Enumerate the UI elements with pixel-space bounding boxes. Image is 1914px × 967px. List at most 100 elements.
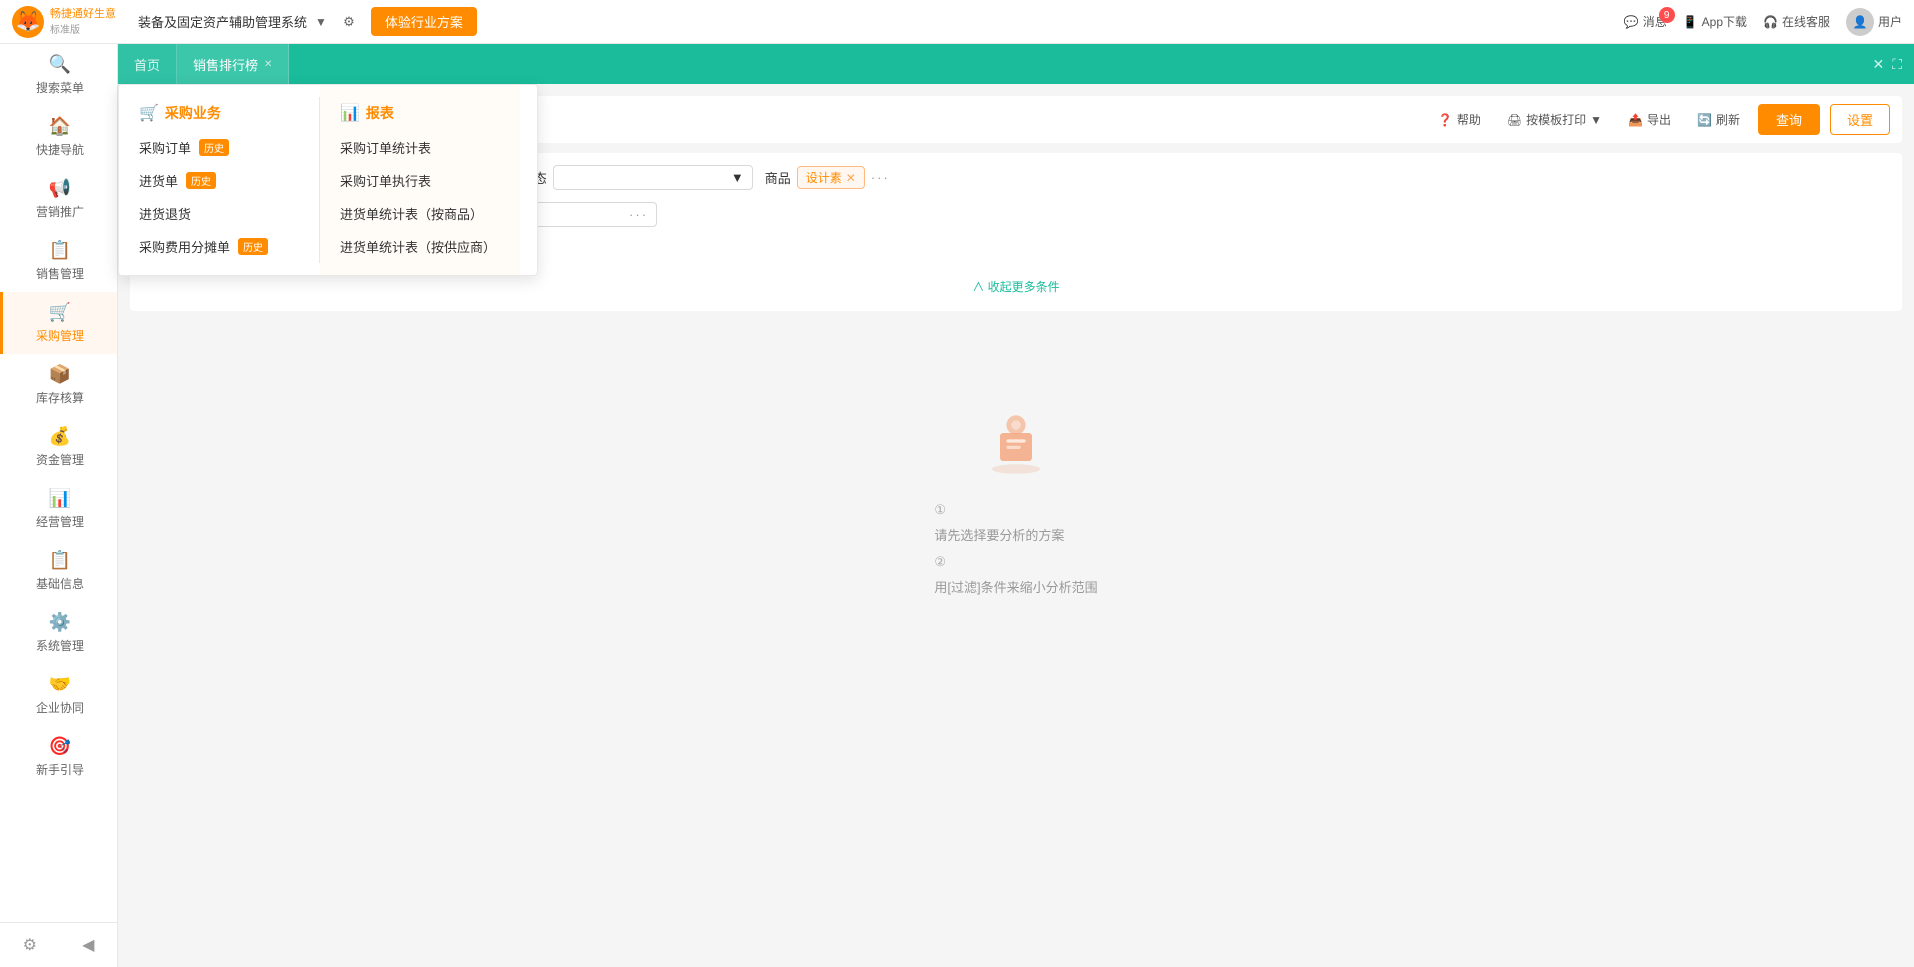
product-tag-close[interactable]: ✕	[846, 171, 856, 185]
system-dropdown-arrow[interactable]: ▼	[315, 15, 327, 29]
system-name: 装备及固定资产辅助管理系统	[138, 12, 307, 31]
sidebar-label-search: 搜索菜单	[36, 79, 84, 96]
purchase-dropdown-menu: 🛒 采购业务 采购订单 历史 进货单 历史 进货退货 采购费用分摊单 历史	[118, 84, 538, 276]
empty-tip-1: ① 请先选择要分析的方案	[934, 497, 1097, 549]
product-tag-label: 设计素	[806, 169, 842, 186]
refresh-label: 刷新	[1716, 111, 1740, 128]
collapse-arrow: ∧	[972, 280, 987, 294]
sidebar-label-sales: 销售管理	[36, 265, 84, 282]
inventory-icon: 📦	[49, 364, 71, 385]
header-right: 💬 消息 9 📱 App下载 🎧 在线客服 👤 用户	[1624, 8, 1902, 36]
sidebar-item-finance[interactable]: 💰 资金管理	[0, 416, 117, 478]
tab-close-btn[interactable]: ✕	[264, 59, 272, 70]
purchase-order-item[interactable]: 采购订单 历史	[119, 131, 319, 164]
query-btn[interactable]: 查询	[1758, 104, 1820, 135]
sidebar-label-quick-nav: 快捷导航	[36, 141, 84, 158]
empty-text-block: ① 请先选择要分析的方案 ② 用[过滤]条件来缩小分析范围	[934, 497, 1097, 601]
refresh-btn[interactable]: 🔄 刷新	[1689, 107, 1748, 132]
sidebar-item-basic-info[interactable]: 📋 基础信息	[0, 540, 117, 602]
incoming-goods-label: 进货单	[139, 171, 178, 190]
enterprise-icon: 🤝	[49, 674, 71, 695]
tab-sales-rank-label: 销售排行榜	[193, 55, 258, 74]
logo-text-block: 畅捷通好生意 标准版	[50, 7, 116, 36]
tab-close-window-btn[interactable]: ✕	[1872, 56, 1884, 73]
sidebar: 🔍 搜索菜单 🏠 快捷导航 📢 营销推广 📋 销售管理 🛒 采购管理 📦 库存核…	[0, 44, 118, 967]
tab-window-controls: ✕ ⛶	[1860, 44, 1914, 84]
sales-icon: 📋	[49, 240, 71, 261]
product-more-btn[interactable]: ···	[871, 170, 890, 185]
purchase-order-stats-item[interactable]: 采购订单统计表	[320, 131, 520, 164]
purchase-expense-item[interactable]: 采购费用分摊单 历史	[119, 230, 319, 263]
collapse-filters-btn[interactable]: ∧ 收起更多条件	[142, 274, 1890, 299]
sidebar-label-operations: 经营管理	[36, 513, 84, 530]
empty-tip-2: ② 用[过滤]条件来缩小分析范围	[934, 549, 1097, 601]
incoming-stats-product-label: 进货单统计表（按商品）	[340, 204, 483, 223]
salesperson-more-btn[interactable]: ···	[629, 207, 648, 222]
avatar-icon: 👤	[1853, 15, 1868, 29]
help-btn[interactable]: ❓ 帮助	[1430, 107, 1489, 132]
collapse-label: 收起更多条件	[988, 280, 1060, 294]
sidebar-label-enterprise: 企业协同	[36, 699, 84, 716]
sidebar-item-purchase[interactable]: 🛒 采购管理	[0, 292, 117, 354]
help-icon: ❓	[1438, 113, 1453, 127]
incoming-stats-supplier-label: 进货单统计表（按供应商）	[340, 237, 496, 256]
incoming-stats-supplier-item[interactable]: 进货单统计表（按供应商）	[320, 230, 520, 263]
sidebar-item-enterprise[interactable]: 🤝 企业协同	[0, 664, 117, 726]
user-btn[interactable]: 👤 用户	[1846, 8, 1902, 36]
sidebar-label-finance: 资金管理	[36, 451, 84, 468]
sidebar-item-marketing[interactable]: 📢 营销推广	[0, 168, 117, 230]
print-icon: 🖨	[1507, 113, 1522, 127]
tab-home[interactable]: 首页	[118, 44, 177, 84]
sidebar-label-inventory: 库存核算	[36, 389, 84, 406]
purchase-order-exec-item[interactable]: 采购订单执行表	[320, 164, 520, 197]
product-tag: 设计素 ✕	[797, 166, 865, 189]
help-label: 帮助	[1457, 111, 1481, 128]
logo-text: 畅捷通好生意	[50, 7, 116, 21]
tab-home-label: 首页	[134, 55, 160, 74]
tab-maximize-btn[interactable]: ⛶	[1892, 56, 1902, 73]
system-settings-btn[interactable]: ⚙	[335, 8, 363, 36]
print-dropdown-icon: ▼	[1590, 113, 1602, 127]
logo-sub: 标准版	[50, 21, 116, 36]
sidebar-item-guide[interactable]: 🎯 新手引导	[0, 726, 117, 788]
sidebar-item-sales[interactable]: 📋 销售管理	[0, 230, 117, 292]
sidebar-label-guide: 新手引导	[36, 761, 84, 778]
message-icon: 💬	[1624, 15, 1639, 29]
status-select[interactable]: ▼	[553, 165, 753, 190]
online-service-btn[interactable]: 🎧 在线客服	[1763, 13, 1830, 30]
return-goods-item[interactable]: 进货退货	[119, 197, 319, 230]
message-badge: 9	[1659, 7, 1675, 23]
purchase-order-exec-label: 采购订单执行表	[340, 171, 431, 190]
settings-btn[interactable]: 设置	[1830, 104, 1890, 135]
incoming-stats-product-item[interactable]: 进货单统计表（按商品）	[320, 197, 520, 230]
incoming-goods-item[interactable]: 进货单 历史	[119, 164, 319, 197]
purchase-dropdown-overlay: 🛒 采购业务 采购订单 历史 进货单 历史 进货退货 采购费用分摊单 历史	[118, 84, 538, 276]
sidebar-item-operations[interactable]: 📊 经营管理	[0, 478, 117, 540]
sidebar-item-inventory[interactable]: 📦 库存核算	[0, 354, 117, 416]
report-section-title: 📊 报表	[320, 97, 520, 131]
purchase-business-section: 🛒 采购业务 采购订单 历史 进货单 历史 进货退货 采购费用分摊单 历史	[119, 85, 319, 275]
status-dropdown-icon: ▼	[731, 170, 744, 185]
sidebar-item-quick-nav[interactable]: 🏠 快捷导航	[0, 106, 117, 168]
app-download-btn[interactable]: 📱 App下载	[1683, 13, 1747, 30]
sidebar-collapse-btn[interactable]: ◀	[74, 931, 102, 959]
industry-btn[interactable]: 体验行业方案	[371, 7, 477, 36]
print-btn[interactable]: 🖨 按模板打印 ▼	[1499, 107, 1610, 132]
tab-sales-rank[interactable]: 销售排行榜 ✕	[177, 44, 289, 84]
purchase-icon: 🛒	[49, 302, 71, 323]
purchase-section-title: 🛒 采购业务	[119, 97, 319, 131]
purchase-order-history: 历史	[199, 139, 229, 156]
app-download-label: App下载	[1702, 13, 1747, 30]
export-btn[interactable]: 📤 导出	[1620, 107, 1679, 132]
guide-icon: 🎯	[49, 736, 71, 757]
export-label: 导出	[1647, 111, 1671, 128]
sidebar-item-system[interactable]: ⚙️ 系统管理	[0, 602, 117, 664]
sidebar-item-search[interactable]: 🔍 搜索菜单	[0, 44, 117, 106]
system-icon: ⚙️	[49, 612, 71, 633]
message-btn[interactable]: 💬 消息 9	[1624, 13, 1667, 30]
purchase-expense-label: 采购费用分摊单	[139, 237, 230, 256]
sidebar-settings-btn[interactable]: ⚙	[15, 931, 45, 959]
purchase-section-label: 采购业务	[165, 103, 221, 123]
headset-icon: 🎧	[1763, 15, 1778, 29]
sidebar-label-purchase: 采购管理	[36, 327, 84, 344]
